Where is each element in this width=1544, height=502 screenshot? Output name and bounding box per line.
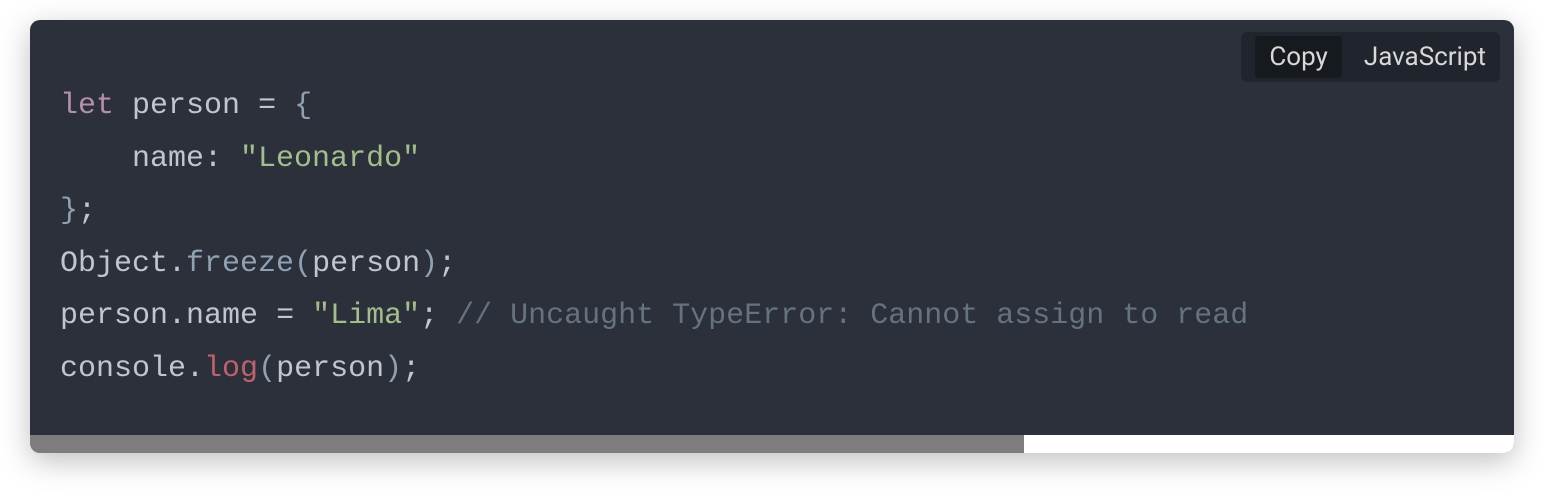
arg-person: person (276, 352, 384, 386)
semicolon: ; (402, 352, 420, 386)
dot: . (168, 247, 186, 281)
identifier-object: Object (60, 247, 168, 281)
language-label: JavaScript (1364, 42, 1486, 72)
brace-close: } (60, 194, 78, 228)
colon: : (204, 142, 240, 176)
keyword-let: let (60, 89, 114, 123)
string-leonardo: "Leonardo" (240, 142, 420, 176)
scrollbar-thumb[interactable] (30, 435, 1024, 453)
paren-open: ( (294, 247, 312, 281)
brace-open: { (294, 89, 312, 123)
arg-person: person (312, 247, 420, 281)
space (438, 299, 456, 333)
identifier-person: person (132, 89, 240, 123)
paren-open: ( (258, 352, 276, 386)
semicolon: ; (420, 299, 438, 333)
identifier-person: person (60, 299, 168, 333)
operator-assign: = (240, 89, 294, 123)
paren-close: ) (420, 247, 438, 281)
code-content: let person = { name: "Leonardo" }; Objec… (30, 20, 1514, 435)
horizontal-scrollbar[interactable] (30, 435, 1514, 453)
code-header-bar: Copy JavaScript (1241, 32, 1500, 82)
comment-error: // Uncaught TypeError: Cannot assign to … (456, 299, 1248, 333)
method-freeze: freeze (186, 247, 294, 281)
code-block: Copy JavaScript let person = { name: "Le… (30, 20, 1514, 453)
copy-button[interactable]: Copy (1255, 36, 1342, 78)
indent (60, 142, 132, 176)
operator-assign: = (258, 299, 312, 333)
dot: . (168, 299, 186, 333)
property-name: name (186, 299, 258, 333)
string-lima: "Lima" (312, 299, 420, 333)
property-name: name (132, 142, 204, 176)
identifier-console: console (60, 352, 186, 386)
dot: . (186, 352, 204, 386)
semicolon: ; (78, 194, 96, 228)
method-log: log (204, 352, 258, 386)
paren-close: ) (384, 352, 402, 386)
semicolon: ; (438, 247, 456, 281)
